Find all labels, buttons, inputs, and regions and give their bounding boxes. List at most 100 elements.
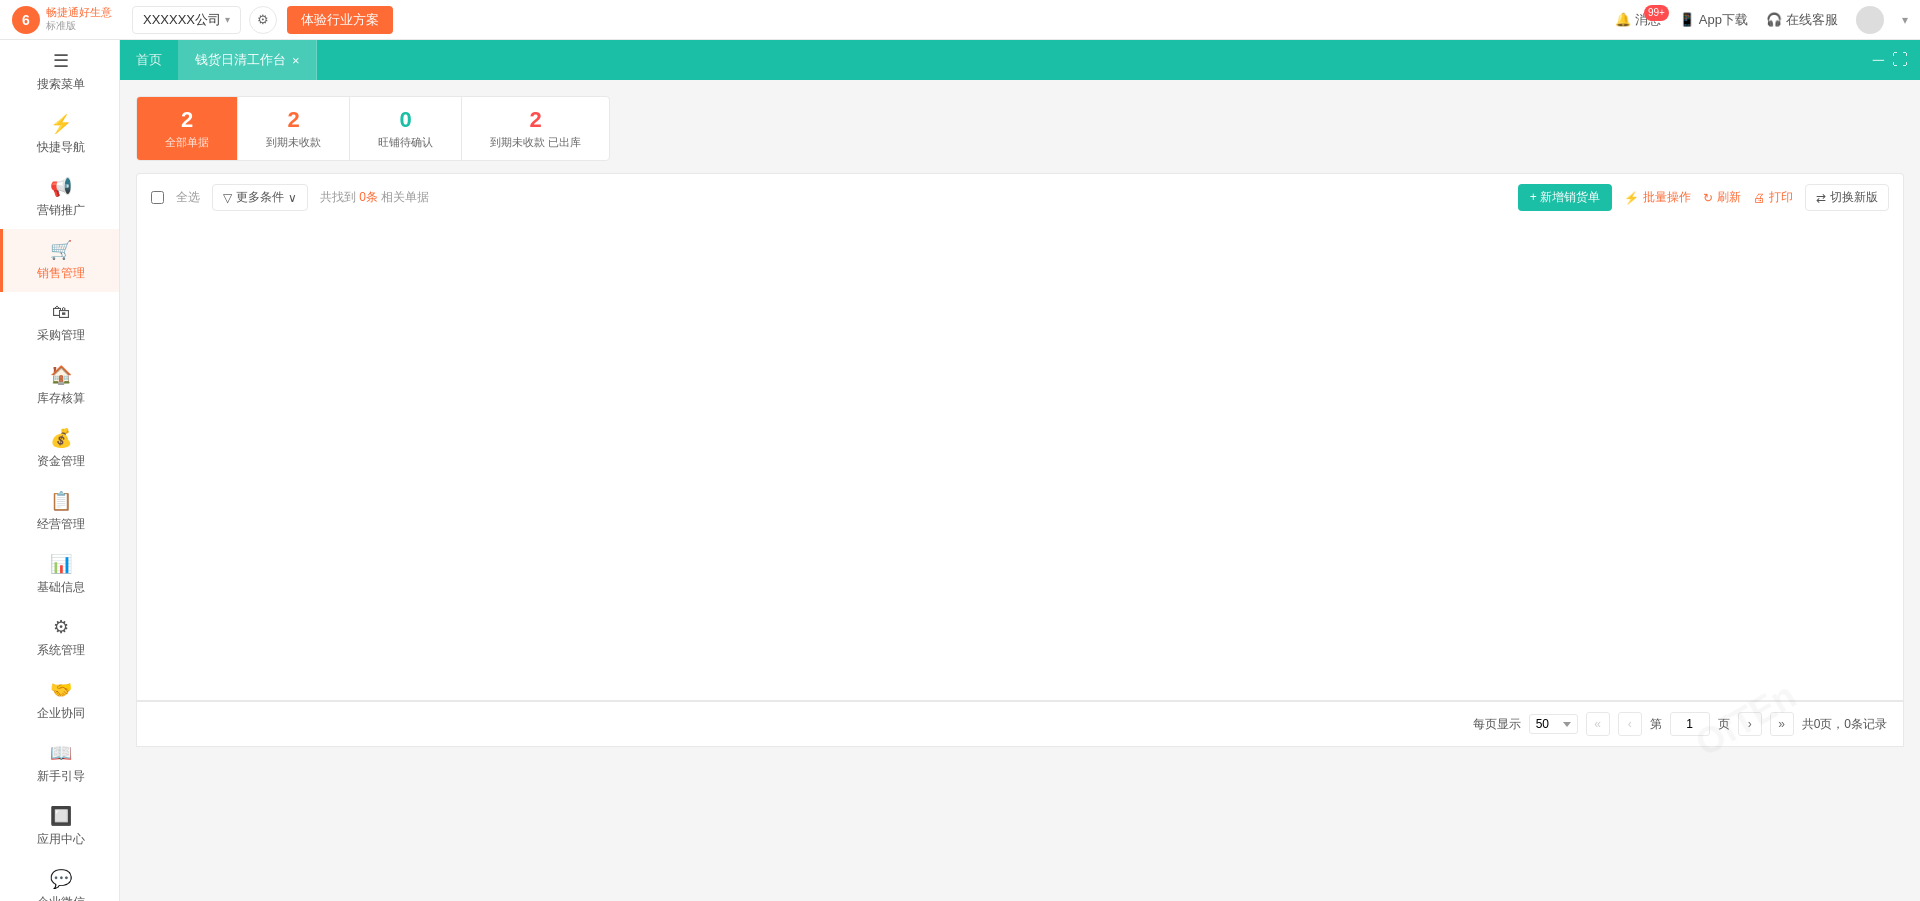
- online-service-button[interactable]: 🎧 在线客服: [1766, 11, 1838, 29]
- refresh-label: 刷新: [1717, 189, 1741, 206]
- print-button[interactable]: 🖨 打印: [1753, 189, 1793, 206]
- sales-icon: 🛒: [50, 239, 72, 261]
- chevron-down-icon: ∨: [288, 191, 297, 205]
- marketing-icon: 📢: [50, 176, 72, 198]
- phone-icon: 📱: [1679, 12, 1695, 27]
- sidebar-label-wecom: 企业微信: [37, 894, 85, 901]
- sidebar-item-search[interactable]: ☰ 搜索菜单: [0, 40, 119, 103]
- tab-home-label: 首页: [136, 51, 162, 69]
- message-badge: 99+: [1644, 5, 1669, 21]
- bell-icon: 🔔: [1615, 12, 1631, 27]
- first-page-button[interactable]: «: [1586, 712, 1610, 736]
- sidebar-item-sales[interactable]: 🛒 销售管理: [0, 229, 119, 292]
- stat-count-all: 2: [181, 107, 193, 133]
- online-service-label: 在线客服: [1786, 11, 1838, 29]
- sidebar-item-purchase[interactable]: 🛍 采购管理: [0, 292, 119, 354]
- sidebar-item-marketing[interactable]: 📢 营销推广: [0, 166, 119, 229]
- logo-icon: 6: [12, 6, 40, 34]
- maximize-icon[interactable]: ⛶: [1892, 51, 1908, 69]
- tab-work-bench[interactable]: 钱货日清工作台 ×: [179, 40, 317, 80]
- sidebar-label-basic-info: 基础信息: [37, 579, 85, 596]
- chevron-down-icon: ▾: [225, 14, 230, 25]
- stat-count-overdue: 2: [287, 107, 299, 133]
- sidebar-item-quicknav[interactable]: ⚡ 快捷导航: [0, 103, 119, 166]
- stat-tab-pending[interactable]: 0 旺铺待确认: [350, 97, 462, 160]
- filter-bar: 全选 ▽ 更多条件 ∨ 共找到 0条 相关单据 + 新增销货单 ⚡ 批量操作 ↻…: [136, 173, 1904, 221]
- main-content: 2 全部单据 2 到期未收款 0 旺铺待确认 2 到期未收款 已出库 全选 ▽ …: [120, 80, 1920, 901]
- last-page-button[interactable]: »: [1770, 712, 1794, 736]
- gear-icon: ⚙: [257, 12, 269, 27]
- app-download-button[interactable]: 📱 App下载: [1679, 11, 1748, 29]
- tab-home[interactable]: 首页: [120, 40, 179, 80]
- sidebar-label-inventory: 库存核算: [37, 390, 85, 407]
- search-menu-icon: ☰: [53, 50, 69, 72]
- company-name: XXXXXX公司: [143, 11, 221, 29]
- switch-icon: ⇄: [1816, 191, 1826, 205]
- stat-label-shipped: 到期未收款 已出库: [490, 135, 581, 150]
- messages-button[interactable]: 🔔 消息 99+: [1615, 11, 1661, 29]
- stat-tab-shipped[interactable]: 2 到期未收款 已出库: [462, 97, 609, 160]
- current-page-input[interactable]: [1670, 712, 1710, 736]
- filter-result: 共找到 0条 相关单据: [320, 189, 429, 206]
- user-name[interactable]: ▾: [1902, 13, 1908, 27]
- sidebar-label-finance: 资金管理: [37, 453, 85, 470]
- page-suffix: 页: [1718, 716, 1730, 733]
- sidebar-label-operations: 经营管理: [37, 516, 85, 533]
- guide-icon: 📖: [50, 742, 72, 764]
- tab-close-icon[interactable]: ×: [292, 53, 300, 68]
- page-prefix: 第: [1650, 716, 1662, 733]
- trial-button[interactable]: 体验行业方案: [287, 6, 393, 34]
- sidebar-label-marketing: 营销推广: [37, 202, 85, 219]
- sidebar: ☰ 搜索菜单 ⚡ 快捷导航 📢 营销推广 🛒 销售管理 🛍 采购管理 🏠 库存核…: [0, 40, 120, 901]
- basic-info-icon: 📊: [50, 553, 72, 575]
- select-all-checkbox[interactable]: [151, 191, 164, 204]
- sidebar-item-inventory[interactable]: 🏠 库存核算: [0, 354, 119, 417]
- add-sales-order-button[interactable]: + 新增销货单: [1518, 184, 1612, 211]
- minimize-icon[interactable]: ─: [1873, 51, 1884, 69]
- stat-label-all: 全部单据: [165, 135, 209, 150]
- refresh-button[interactable]: ↻ 刷新: [1703, 189, 1741, 206]
- sidebar-item-cooperation[interactable]: 🤝 企业协同: [0, 669, 119, 732]
- sidebar-item-operations[interactable]: 📋 经营管理: [0, 480, 119, 543]
- stats-tabs: 2 全部单据 2 到期未收款 0 旺铺待确认 2 到期未收款 已出库: [136, 96, 610, 161]
- tab-work-bench-label: 钱货日清工作台: [195, 51, 286, 69]
- finance-icon: 💰: [50, 427, 72, 449]
- print-icon: 🖨: [1753, 191, 1765, 205]
- company-selector[interactable]: XXXXXX公司 ▾: [132, 6, 241, 34]
- more-conditions-label: 更多条件: [236, 189, 284, 206]
- avatar[interactable]: [1856, 6, 1884, 34]
- per-page-select[interactable]: 50 10 20 100: [1529, 714, 1578, 734]
- logo-sub: 标准版: [46, 19, 112, 33]
- logo-area: 6 畅捷通好生意 标准版: [12, 6, 132, 34]
- prev-page-button[interactable]: ‹: [1618, 712, 1642, 736]
- settings-button[interactable]: ⚙: [249, 6, 277, 34]
- purchase-icon: 🛍: [52, 302, 70, 323]
- next-page-button[interactable]: ›: [1738, 712, 1762, 736]
- wecom-icon: 💬: [50, 868, 72, 890]
- more-conditions-button[interactable]: ▽ 更多条件 ∨: [212, 184, 308, 211]
- headset-icon: 🎧: [1766, 12, 1782, 27]
- batch-label: 批量操作: [1643, 189, 1691, 206]
- sidebar-item-finance[interactable]: 💰 资金管理: [0, 417, 119, 480]
- stat-tab-overdue[interactable]: 2 到期未收款: [238, 97, 350, 160]
- print-label: 打印: [1769, 189, 1793, 206]
- sidebar-item-basic-info[interactable]: 📊 基础信息: [0, 543, 119, 606]
- per-page-label: 每页显示: [1473, 716, 1521, 733]
- sidebar-label-system: 系统管理: [37, 642, 85, 659]
- header-right: 🔔 消息 99+ 📱 App下载 🎧 在线客服 ▾: [1615, 6, 1908, 34]
- sidebar-label-sales: 销售管理: [37, 265, 85, 282]
- top-header: 6 畅捷通好生意 标准版 XXXXXX公司 ▾ ⚙ 体验行业方案 🔔 消息 99…: [0, 0, 1920, 40]
- sidebar-item-apps[interactable]: 🔲 应用中心: [0, 795, 119, 858]
- sidebar-item-wecom[interactable]: 💬 企业微信: [0, 858, 119, 901]
- tab-controls: ─ ⛶: [1873, 51, 1920, 69]
- total-info: 共0页，0条记录: [1802, 716, 1887, 733]
- switch-label: 切换新版: [1830, 189, 1878, 206]
- stat-tab-all[interactable]: 2 全部单据: [137, 97, 238, 160]
- quick-nav-icon: ⚡: [50, 113, 72, 135]
- batch-icon: ⚡: [1624, 191, 1639, 205]
- sidebar-item-system[interactable]: ⚙ 系统管理: [0, 606, 119, 669]
- sidebar-item-guide[interactable]: 📖 新手引导: [0, 732, 119, 795]
- pagination: 每页显示 50 10 20 100 « ‹ 第 页 › » 共0页，0条记录: [136, 701, 1904, 747]
- batch-operation-button[interactable]: ⚡ 批量操作: [1624, 189, 1691, 206]
- switch-version-button[interactable]: ⇄ 切换新版: [1805, 184, 1889, 211]
